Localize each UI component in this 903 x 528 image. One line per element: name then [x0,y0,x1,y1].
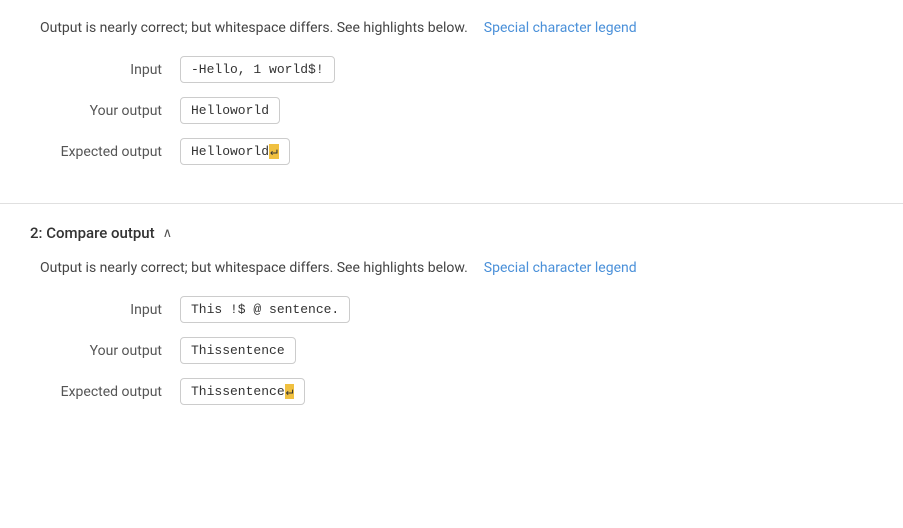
input-label-2: Input [40,302,180,318]
expected-output-label-2: Expected output [40,384,180,400]
chevron-icon-2[interactable]: ∧ [163,226,173,241]
expected-output-label-1: Expected output [40,144,180,160]
status-text-2: Output is nearly correct; but whitespace… [40,260,468,276]
expected-output-row-2: Expected output Thissentence↵ [40,378,873,405]
your-output-value-1: Helloworld [180,97,280,124]
page-container: Output is nearly correct; but whitespace… [0,0,903,443]
input-row-1: Input -Hello, 1 world$! [40,56,873,83]
your-output-value-2: Thissentence [180,337,296,364]
your-output-row-1: Your output Helloworld [40,97,873,124]
special-char-link-1[interactable]: Special character legend [484,20,637,36]
expected-output-row-1: Expected output Helloworld↵ [40,138,873,165]
section-1: Output is nearly correct; but whitespace… [0,0,903,203]
input-label-1: Input [40,62,180,78]
special-char-link-2[interactable]: Special character legend [484,260,637,276]
status-line-2: Output is nearly correct; but whitespace… [40,260,873,276]
section-title-2: 2: Compare output [30,224,155,242]
input-row-2: Input This !$ @ sentence. [40,296,873,323]
expected-output-value-2: Thissentence↵ [180,378,305,405]
section-2: 2: Compare output ∧ Output is nearly cor… [0,203,903,443]
status-text-1: Output is nearly correct; but whitespace… [40,20,468,36]
expected-output-value-1: Helloworld↵ [180,138,290,165]
your-output-label-1: Your output [40,103,180,119]
input-value-2: This !$ @ sentence. [180,296,350,323]
your-output-row-2: Your output Thissentence [40,337,873,364]
section-header-2: 2: Compare output ∧ [30,224,873,242]
input-value-1: -Hello, 1 world$! [180,56,335,83]
your-output-label-2: Your output [40,343,180,359]
status-line-1: Output is nearly correct; but whitespace… [40,20,873,36]
highlight-char-1: ↵ [269,144,279,159]
highlight-char-2: ↵ [285,384,295,399]
